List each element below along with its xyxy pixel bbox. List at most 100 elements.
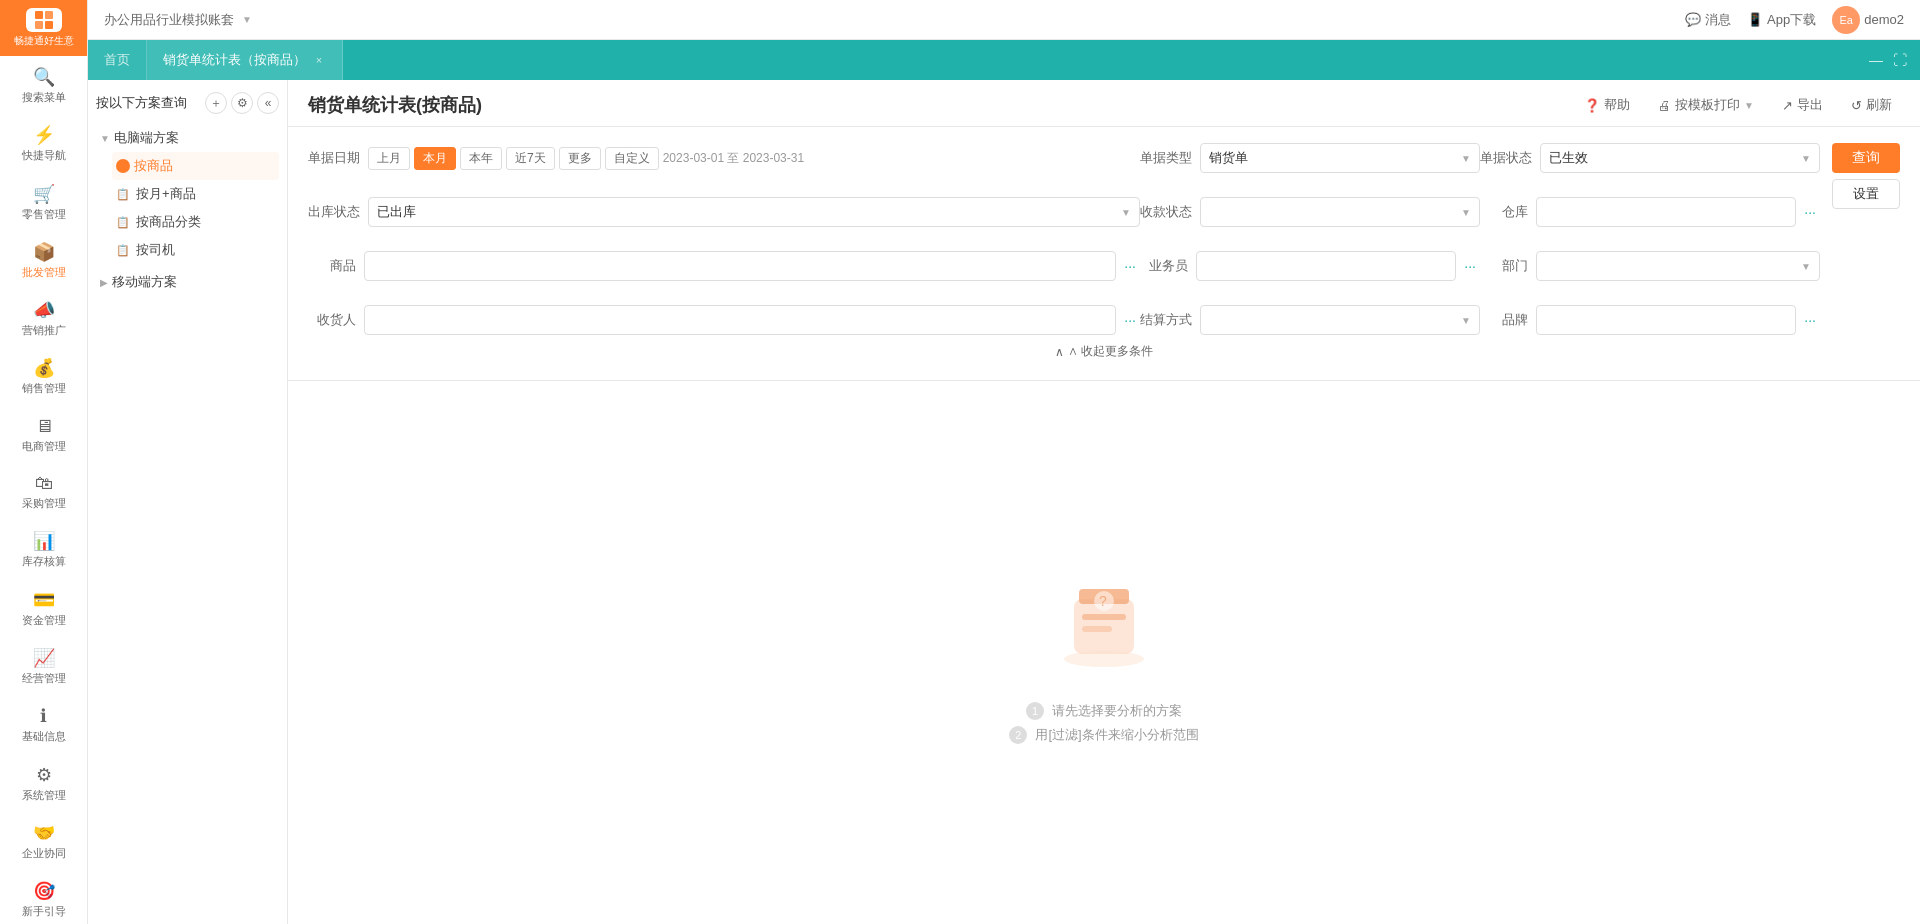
tree-item-by-driver[interactable]: 📋 按司机	[112, 236, 279, 264]
sidebar-item-search[interactable]: 🔍 搜索菜单	[0, 56, 87, 114]
user-avatar: Ea	[1832, 6, 1860, 34]
tree-expand-icon: ▼	[100, 133, 110, 144]
dept-select[interactable]: ▼	[1536, 251, 1820, 281]
settle-dropdown-icon: ▼	[1461, 315, 1471, 326]
help-button[interactable]: ❓ 帮助	[1576, 92, 1638, 118]
filter-brand-field: 品牌 ···	[1480, 305, 1820, 335]
tree-desktop-children: 按商品 📋 按月+商品 📋 按商品分类 📋 按司机	[96, 152, 279, 264]
empty-state: ? 1 请先选择要分析的方案 2 用[过滤]条件来缩小分析范围	[288, 381, 1920, 924]
page-title: 销货单统计表(按商品)	[308, 93, 482, 117]
tree-item-by-category[interactable]: 📋 按商品分类	[112, 208, 279, 236]
search-icon: 🔍	[33, 66, 55, 88]
brand-input[interactable]	[1536, 305, 1796, 335]
filter-warehouse-field: 仓库 ···	[1480, 197, 1820, 227]
sidebar-item-newbie[interactable]: 🎯 新手引导	[0, 870, 87, 924]
brand-label: 品牌	[1480, 311, 1536, 329]
sidebar-item-operation[interactable]: 📈 经营管理	[0, 637, 87, 695]
product-more-icon[interactable]: ···	[1120, 258, 1140, 274]
sidebar-nav: 🔍 搜索菜单 ⚡ 快捷导航 🛒 零售管理 📦 批发管理 📣 营销推广 💰 销售管…	[0, 56, 87, 924]
tree-mobile-group[interactable]: ▶ 移动端方案	[96, 268, 279, 296]
date-7days[interactable]: 近7天	[506, 147, 555, 170]
staff-more-icon[interactable]: ···	[1460, 258, 1480, 274]
svg-text:?: ?	[1099, 593, 1107, 609]
svg-rect-0	[35, 11, 43, 19]
template-print-button[interactable]: 🖨 按模板打印 ▼	[1650, 92, 1762, 118]
doc-type-label: 单据类型	[1140, 149, 1200, 167]
out-status-select[interactable]: 已出库 ▼	[368, 197, 1140, 227]
left-panel-title: 按以下方案查询	[96, 94, 187, 112]
tab-report[interactable]: 销货单统计表（按商品） ×	[147, 40, 343, 80]
date-custom[interactable]: 自定义	[605, 147, 659, 170]
minimize-button[interactable]: —	[1868, 52, 1884, 68]
operation-icon: 📈	[33, 647, 55, 669]
sidebar: 畅捷通好生意 🔍 搜索菜单 ⚡ 快捷导航 🛒 零售管理 📦 批发管理 📣 营销推…	[0, 0, 88, 924]
dept-dropdown-icon: ▼	[1801, 261, 1811, 272]
collapse-icon: ∧	[1055, 345, 1064, 359]
recipient-input[interactable]	[364, 305, 1116, 335]
warehouse-input[interactable]	[1536, 197, 1796, 227]
sidebar-item-finance[interactable]: 💳 资金管理	[0, 579, 87, 637]
sidebar-item-marketing[interactable]: 📣 营销推广	[0, 289, 87, 347]
filter-payment-status-field: 收款状态 ▼	[1140, 197, 1480, 227]
svg-rect-1	[45, 11, 53, 19]
sidebar-item-quicknav[interactable]: ⚡ 快捷导航	[0, 114, 87, 172]
collapse-panel-button[interactable]: «	[257, 92, 279, 114]
tab-home[interactable]: 首页	[88, 40, 147, 80]
scheme-icon3: 📋	[116, 244, 130, 257]
logo-icon	[26, 8, 62, 32]
brand-more-icon[interactable]: ···	[1800, 312, 1820, 328]
sidebar-item-corp[interactable]: 🤝 企业协同	[0, 812, 87, 870]
product-input[interactable]	[364, 251, 1116, 281]
date-this-year[interactable]: 本年	[460, 147, 502, 170]
tree-item-by-product[interactable]: 按商品	[112, 152, 279, 180]
tree-desktop-group[interactable]: ▼ 电脑端方案	[96, 124, 279, 152]
doc-status-label: 单据状态	[1480, 149, 1540, 167]
page-actions: ❓ 帮助 🖨 按模板打印 ▼ ↗ 导出 ↺ 刷新	[1576, 92, 1900, 118]
warehouse-more-icon[interactable]: ···	[1800, 204, 1820, 220]
app-download-button[interactable]: 📱 App下载	[1747, 11, 1816, 29]
settle-select[interactable]: ▼	[1200, 305, 1480, 335]
sidebar-item-inventory[interactable]: 📊 库存核算	[0, 520, 87, 578]
sidebar-item-basic[interactable]: ℹ 基础信息	[0, 695, 87, 753]
filter-recipient-field: 收货人 ···	[308, 305, 1140, 335]
maximize-button[interactable]: ⛶	[1892, 52, 1908, 68]
doc-type-select[interactable]: 销货单 ▼	[1200, 143, 1480, 173]
sidebar-item-retail[interactable]: 🛒 零售管理	[0, 173, 87, 231]
tree-item-by-month-product[interactable]: 📋 按月+商品	[112, 180, 279, 208]
svg-rect-3	[45, 21, 53, 29]
out-status-dropdown-icon: ▼	[1121, 207, 1131, 218]
collapse-more-conditions[interactable]: ∧ ∧ 收起更多条件	[308, 335, 1900, 364]
industry-label: 办公用品行业模拟账套	[104, 11, 234, 29]
refresh-button[interactable]: ↺ 刷新	[1843, 92, 1900, 118]
messages-button[interactable]: 💬 消息	[1685, 11, 1731, 29]
industry-selector[interactable]: 办公用品行业模拟账套 ▼	[104, 11, 252, 29]
query-button[interactable]: 查询	[1832, 143, 1900, 173]
sidebar-item-purchase[interactable]: 🛍 采购管理	[0, 463, 87, 520]
left-panel-header: 按以下方案查询 ＋ ⚙ «	[96, 92, 279, 114]
right-panel: 销货单统计表(按商品) ❓ 帮助 🖨 按模板打印 ▼ ↗ 导出	[288, 80, 1920, 924]
recipient-more-icon[interactable]: ···	[1120, 312, 1140, 328]
sidebar-item-wholesale[interactable]: 📦 批发管理	[0, 231, 87, 289]
date-last-month[interactable]: 上月	[368, 147, 410, 170]
staff-input[interactable]	[1196, 251, 1456, 281]
payment-status-select[interactable]: ▼	[1200, 197, 1480, 227]
settings-button[interactable]: 设置	[1832, 179, 1900, 209]
date-more[interactable]: 更多	[559, 147, 601, 170]
filter-date-field: 单据日期 上月 本月 本年 近7天 更多 自定义 2023-03-01 至 20…	[308, 147, 1140, 170]
newbie-icon: 🎯	[33, 880, 55, 902]
doc-status-select[interactable]: 已生效 ▼	[1540, 143, 1820, 173]
scheme-icon2: 📋	[116, 216, 130, 229]
add-scheme-button[interactable]: ＋	[205, 92, 227, 114]
user-menu[interactable]: Ea demo2	[1832, 6, 1904, 34]
tab-close-icon[interactable]: ×	[312, 53, 326, 67]
sidebar-item-sales[interactable]: 💰 销售管理	[0, 347, 87, 405]
date-this-month[interactable]: 本月	[414, 147, 456, 170]
sidebar-item-ecom[interactable]: 🖥 电商管理	[0, 406, 87, 463]
doc-status-dropdown-icon: ▼	[1801, 153, 1811, 164]
left-panel-actions: ＋ ⚙ «	[205, 92, 279, 114]
settings-scheme-button[interactable]: ⚙	[231, 92, 253, 114]
corp-icon: 🤝	[33, 822, 55, 844]
export-button[interactable]: ↗ 导出	[1774, 92, 1831, 118]
sidebar-item-system[interactable]: ⚙ 系统管理	[0, 754, 87, 812]
doc-type-dropdown-icon: ▼	[1461, 153, 1471, 164]
